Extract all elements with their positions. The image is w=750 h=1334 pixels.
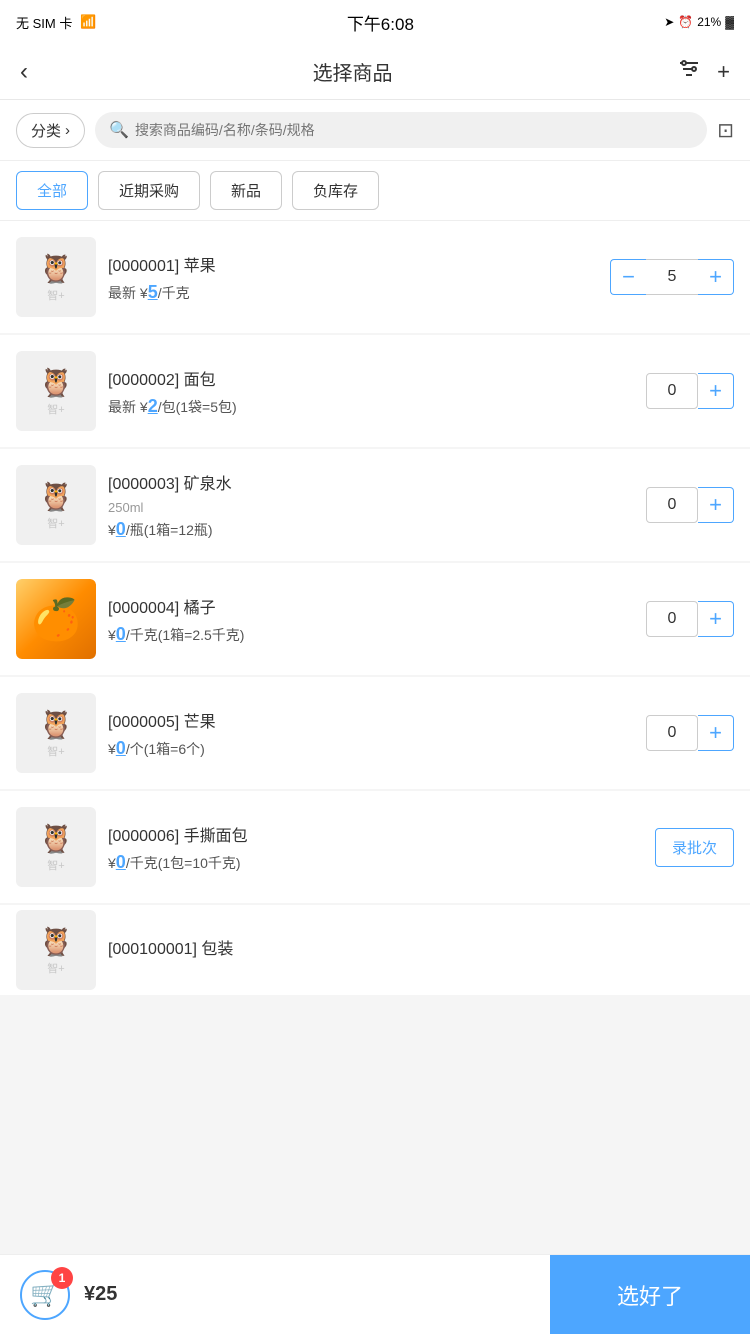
alarm-icon: ⏰	[678, 15, 693, 29]
product-controls-0000001: − +	[610, 259, 734, 295]
bottom-spacer	[0, 997, 750, 1097]
list-item: 🍊 [0000004] 橘子 ¥0/千克(1箱=2.5千克) +	[0, 563, 750, 675]
product-name: [0000003] 矿泉水	[108, 470, 634, 494]
location-icon: ➤	[664, 15, 674, 29]
filter-button[interactable]	[677, 57, 701, 87]
qty-input[interactable]	[646, 487, 698, 523]
tab-recent[interactable]: 近期采购	[98, 171, 200, 210]
qty-plus-button[interactable]: +	[698, 601, 734, 637]
owl-icon: 🦉	[39, 925, 74, 958]
product-name: [0000001] 苹果	[108, 252, 598, 276]
owl-icon: 🦉	[39, 708, 74, 741]
page-title: 选择商品	[313, 57, 393, 86]
status-bar: 无 SIM 卡 📶 下午6:08 ➤ ⏰ 21% ▓	[0, 0, 750, 44]
cart-icon-wrap: 🛒 1	[20, 1270, 70, 1320]
qty-plus-button[interactable]: +	[698, 487, 734, 523]
product-price: ¥0/瓶(1箱=12瓶)	[108, 519, 634, 540]
list-item: 🦉 智+ [0000006] 手撕面包 ¥0/千克(1包=10千克) 录批次	[0, 791, 750, 903]
product-image-0000005: 🦉 智+	[16, 693, 96, 773]
product-image-000100001: 🦉 智+	[16, 910, 96, 990]
tab-negative[interactable]: 负库存	[292, 171, 379, 210]
cart-badge: 1	[51, 1267, 73, 1289]
status-right: ➤ ⏰ 21% ▓	[664, 15, 734, 29]
product-name: [0000002] 面包	[108, 366, 634, 390]
product-image-0000002: 🦉 智+	[16, 351, 96, 431]
search-input-wrap[interactable]: 🔍	[95, 112, 707, 148]
product-image-0000006: 🦉 智+	[16, 807, 96, 887]
product-info-0000003: [0000003] 矿泉水 250ml ¥0/瓶(1箱=12瓶)	[108, 470, 634, 540]
product-price: ¥0/千克(1包=10千克)	[108, 852, 643, 873]
confirm-button[interactable]: 选好了	[550, 1255, 750, 1334]
filter-tabs: 全部 近期采购 新品 负库存	[0, 161, 750, 221]
owl-icon: 🦉	[39, 366, 74, 399]
product-info-000100001: [000100001] 包装	[108, 935, 734, 965]
owl-icon: 🦉	[39, 822, 74, 855]
product-name: [0000006] 手撕面包	[108, 822, 643, 846]
scan-icon[interactable]: ⊡	[717, 118, 734, 143]
product-info-0000006: [0000006] 手撕面包 ¥0/千克(1包=10千克)	[108, 822, 643, 873]
list-item: 🦉 智+ [0000002] 面包 最新 ¥2/包(1袋=5包) +	[0, 335, 750, 447]
product-image-0000003: 🦉 智+	[16, 465, 96, 545]
battery-icon: ▓	[725, 15, 734, 29]
status-carrier: 无 SIM 卡 📶	[16, 13, 97, 32]
product-price: 最新 ¥2/包(1袋=5包)	[108, 396, 634, 417]
list-item: 🦉 智+ [000100001] 包装	[0, 905, 750, 995]
product-controls-0000006: 录批次	[655, 828, 734, 867]
list-item: 🦉 智+ [0000001] 苹果 最新 ¥5/千克 − +	[0, 221, 750, 333]
search-input[interactable]	[135, 122, 693, 138]
product-price: ¥0/千克(1箱=2.5千克)	[108, 624, 634, 645]
battery-level: 21%	[697, 15, 721, 29]
tab-new[interactable]: 新品	[210, 171, 282, 210]
tab-all[interactable]: 全部	[16, 171, 88, 210]
qty-input[interactable]	[646, 715, 698, 751]
product-spec: 250ml	[108, 500, 634, 515]
owl-icon: 🦉	[39, 252, 74, 285]
chevron-right-icon: ›	[65, 122, 70, 139]
search-icon: 🔍	[109, 120, 129, 140]
product-name: [000100001] 包装	[108, 935, 734, 959]
qty-minus-button[interactable]: −	[610, 259, 646, 295]
owl-icon: 🦉	[39, 480, 74, 513]
qty-input[interactable]	[646, 373, 698, 409]
product-name: [0000004] 橘子	[108, 594, 634, 618]
back-button[interactable]: ‹	[20, 58, 28, 86]
product-info-0000002: [0000002] 面包 最新 ¥2/包(1袋=5包)	[108, 366, 634, 417]
product-image-0000001: 🦉 智+	[16, 237, 96, 317]
bottom-bar: 🛒 1 ¥25 选好了	[0, 1254, 750, 1334]
wifi-icon: 📶	[80, 14, 96, 30]
qty-plus-button[interactable]: +	[698, 715, 734, 751]
product-info-0000001: [0000001] 苹果 最新 ¥5/千克	[108, 252, 598, 303]
qty-plus-button[interactable]: +	[698, 259, 734, 295]
category-button[interactable]: 分类 ›	[16, 113, 85, 148]
product-info-0000005: [0000005] 芒果 ¥0/个(1箱=6个)	[108, 708, 634, 759]
product-controls-0000002: +	[646, 373, 734, 409]
product-name: [0000005] 芒果	[108, 708, 634, 732]
status-time: 下午6:08	[347, 10, 414, 35]
product-price: 最新 ¥5/千克	[108, 282, 598, 303]
qty-input[interactable]	[646, 601, 698, 637]
product-list: 🦉 智+ [0000001] 苹果 最新 ¥5/千克 − + 🦉 智+ [000…	[0, 221, 750, 995]
add-button[interactable]: +	[717, 59, 730, 85]
search-bar: 分类 › 🔍 ⊡	[0, 100, 750, 161]
product-image-0000004: 🍊	[16, 579, 96, 659]
cart-total: ¥25	[84, 1283, 117, 1306]
product-controls-0000005: +	[646, 715, 734, 751]
list-item: 🦉 智+ [0000003] 矿泉水 250ml ¥0/瓶(1箱=12瓶) +	[0, 449, 750, 561]
batch-button[interactable]: 录批次	[655, 828, 734, 867]
nav-bar: ‹ 选择商品 +	[0, 44, 750, 100]
qty-plus-button[interactable]: +	[698, 373, 734, 409]
product-controls-0000003: +	[646, 487, 734, 523]
product-price: ¥0/个(1箱=6个)	[108, 738, 634, 759]
nav-actions: +	[677, 57, 730, 87]
product-controls-0000004: +	[646, 601, 734, 637]
list-item: 🦉 智+ [0000005] 芒果 ¥0/个(1箱=6个) +	[0, 677, 750, 789]
qty-input[interactable]	[646, 259, 698, 295]
product-info-0000004: [0000004] 橘子 ¥0/千克(1箱=2.5千克)	[108, 594, 634, 645]
cart-area[interactable]: 🛒 1 ¥25	[20, 1270, 117, 1320]
